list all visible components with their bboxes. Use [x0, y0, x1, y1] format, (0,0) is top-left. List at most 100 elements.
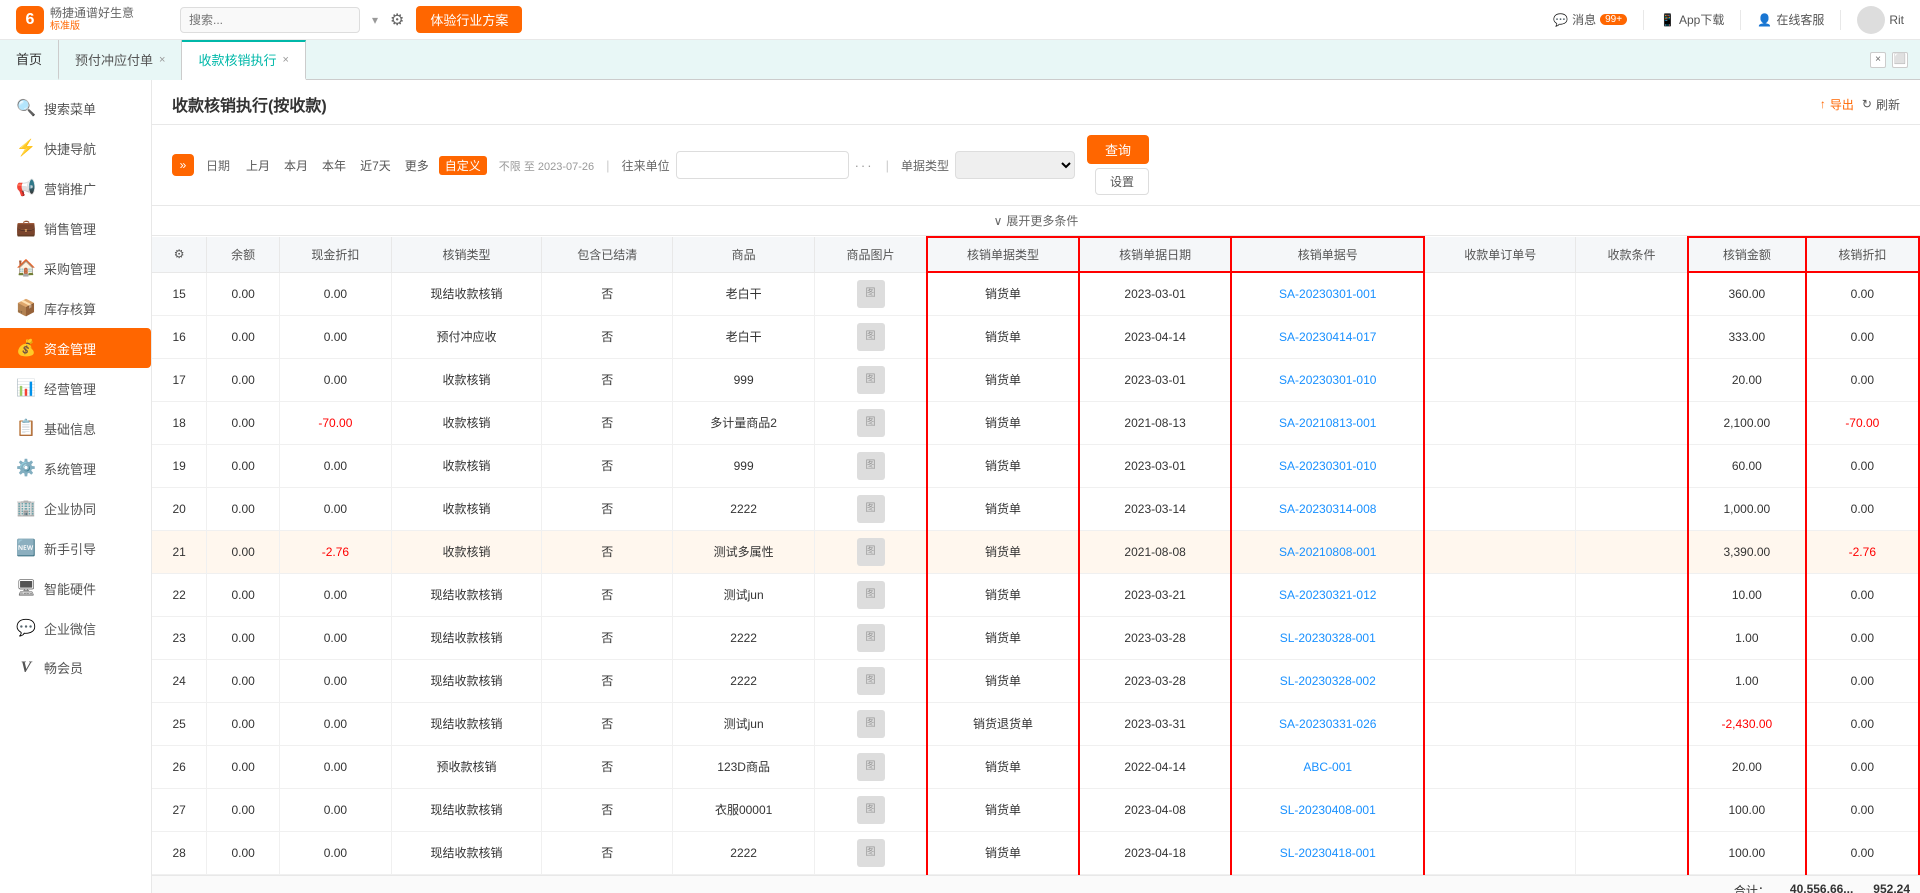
cell-writeoff-amount: 60.00 [1688, 444, 1806, 487]
table-row: 23 0.00 0.00 现结收款核销 否 2222 图 销货单 2023-03… [152, 616, 1919, 659]
user-avatar[interactable]: Rit [1857, 6, 1904, 34]
product-image-cell: 图 [815, 745, 927, 788]
gear-icon[interactable]: ⚙ [390, 10, 404, 30]
writeoff-bill-no-link[interactable]: SA-20230321-012 [1279, 588, 1376, 602]
voucher-type-select[interactable] [955, 151, 1075, 179]
source-unit-input[interactable] [676, 151, 849, 179]
app-download-btn[interactable]: 📱 App下载 [1660, 11, 1724, 28]
sidebar-item-inventory[interactable]: 📦 库存核算 [0, 288, 151, 328]
writeoff-bill-no-link[interactable]: SA-20210813-001 [1279, 416, 1376, 430]
writeoff-bill-no-link[interactable]: SA-20230414-017 [1279, 330, 1376, 344]
product-image-cell: 图 [815, 444, 927, 487]
filter-expand-button[interactable]: » [172, 154, 194, 176]
window-buttons: × ⬜ [1858, 52, 1920, 68]
more-dots[interactable]: ··· [855, 158, 874, 173]
top-right-actions: 💬 消息 99+ 📱 App下载 👤 在线客服 Rit [1553, 6, 1904, 34]
cell-writeoff-bill-date: 2023-03-21 [1079, 573, 1231, 616]
tab-collection[interactable]: 收款核销执行 × [182, 40, 305, 80]
product-image-cell: 图 [815, 487, 927, 530]
sidebar-item-marketing[interactable]: 📢 营销推广 [0, 168, 151, 208]
sidebar-item-quicknav[interactable]: ⚡ 快捷导航 [0, 128, 151, 168]
sidebar-item-enterprise[interactable]: 🏢 企业协同 [0, 488, 151, 528]
cell-write-off-type: 现结收款核销 [391, 573, 541, 616]
refresh-button[interactable]: ↻ 刷新 [1862, 96, 1900, 113]
date-btn-more[interactable]: 更多 [401, 155, 433, 176]
sidebar-item-guide[interactable]: 🆕 新手引导 [0, 528, 151, 568]
online-service-btn[interactable]: 👤 在线客服 [1757, 11, 1824, 28]
tab-prepay-close[interactable]: × [159, 54, 165, 66]
separator1: | [606, 158, 609, 173]
tab-home[interactable]: 首页 [0, 40, 59, 80]
table-wrapper[interactable]: ⚙ 余额 现金折扣 核销类型 包含已结清 商品 商品图片 核销单据类型 核销单据… [152, 236, 1920, 875]
writeoff-bill-no-link[interactable]: SL-20230328-001 [1280, 631, 1376, 645]
message-btn[interactable]: 💬 消息 99+ [1553, 11, 1627, 28]
cell-write-off-type: 现结收款核销 [391, 616, 541, 659]
sidebar-item-sales[interactable]: 💼 销售管理 [0, 208, 151, 248]
cell-write-off-type: 现结收款核销 [391, 272, 541, 315]
cell-cash-discount: 0.00 [280, 616, 392, 659]
cell-writeoff-bill-no: SL-20230408-001 [1231, 788, 1424, 831]
col-header-writeoff-amount: 核销金额 [1688, 237, 1806, 272]
cell-collection-order-no [1424, 788, 1575, 831]
settings-button[interactable]: 设置 [1095, 168, 1149, 195]
chevron-down-expand-icon: ∨ [994, 214, 1003, 228]
sidebar-item-purchase[interactable]: 🏠 采购管理 [0, 248, 151, 288]
sidebar-label-purchase: 采购管理 [44, 259, 96, 278]
writeoff-bill-no-link[interactable]: SA-20230314-008 [1279, 502, 1376, 516]
export-button[interactable]: ↑ 导出 [1820, 96, 1854, 113]
writeoff-bill-no-link[interactable]: SA-20230331-026 [1279, 717, 1376, 731]
writeoff-bill-no-link[interactable]: SA-20210808-001 [1279, 545, 1376, 559]
enterprise-icon: 🏢 [16, 498, 36, 518]
avatar [1857, 6, 1885, 34]
col-header-writeoff-discount: 核销折扣 [1806, 237, 1919, 272]
writeoff-bill-no-link[interactable]: SA-20230301-010 [1279, 459, 1376, 473]
sidebar-item-hardware[interactable]: 🖥 智能硬件 [0, 568, 151, 608]
purchase-icon: 🏠 [16, 258, 36, 278]
writeoff-bill-no-link[interactable]: SL-20230408-001 [1280, 803, 1376, 817]
cell-no: 16 [152, 315, 207, 358]
sidebar-item-basicinfo[interactable]: 📋 基础信息 [0, 408, 151, 448]
logo-icon: 6 [16, 6, 44, 34]
writeoff-bill-no-link[interactable]: SA-20230301-010 [1279, 373, 1376, 387]
cell-writeoff-bill-type: 销货单 [927, 745, 1079, 788]
tab-prepay[interactable]: 预付冲应付单 × [59, 40, 182, 80]
chevron-down-icon[interactable]: ▾ [372, 13, 378, 27]
cell-product: 老白干 [673, 315, 815, 358]
table-row: 24 0.00 0.00 现结收款核销 否 2222 图 销货单 2023-03… [152, 659, 1919, 702]
query-button[interactable]: 查询 [1087, 135, 1149, 164]
sidebar-item-sysadmin[interactable]: ⚙️ 系统管理 [0, 448, 151, 488]
cell-product: 老白干 [673, 272, 815, 315]
date-btn-7days[interactable]: 近7天 [356, 155, 395, 176]
search-input[interactable] [180, 7, 360, 33]
cell-balance: 0.00 [207, 401, 280, 444]
date-btn-this-year[interactable]: 本年 [318, 155, 350, 176]
cell-writeoff-bill-no: SA-20230321-012 [1231, 573, 1424, 616]
solution-button[interactable]: 体验行业方案 [416, 6, 522, 33]
date-btn-this-month[interactable]: 本月 [280, 155, 312, 176]
date-btn-last-month[interactable]: 上月 [242, 155, 274, 176]
content-area: 收款核销执行(按收款) ↑ 导出 ↻ 刷新 » 日期 上月 本月 本年 近7天 [152, 80, 1920, 893]
tab-collection-close[interactable]: × [282, 54, 288, 66]
sidebar-item-finance[interactable]: 💰 资金管理 [0, 328, 151, 368]
cell-collection-order-no [1424, 315, 1575, 358]
cell-collection-order-no [1424, 616, 1575, 659]
date-label: 日期 [206, 157, 230, 174]
username: Rit [1889, 13, 1904, 27]
sidebar-item-search[interactable]: 🔍 搜索菜单 [0, 88, 151, 128]
cell-write-off-type: 收款核销 [391, 358, 541, 401]
writeoff-bill-no-link[interactable]: SL-20230418-001 [1280, 846, 1376, 860]
sidebar-item-wechat[interactable]: 💬 企业微信 [0, 608, 151, 648]
expand-more-bar[interactable]: ∨ 展开更多条件 [152, 206, 1920, 236]
cell-collection-terms [1576, 272, 1688, 315]
sidebar-item-operations[interactable]: 📊 经营管理 [0, 368, 151, 408]
writeoff-bill-no-link[interactable]: SA-20230301-001 [1279, 287, 1376, 301]
writeoff-bill-no-link[interactable]: SL-20230328-002 [1280, 674, 1376, 688]
cell-collection-terms [1576, 530, 1688, 573]
cell-writeoff-discount: 0.00 [1806, 315, 1919, 358]
close-window-btn[interactable]: × [1870, 52, 1886, 68]
date-custom-btn[interactable]: 自定义 [439, 156, 487, 175]
cell-cash-discount: -2.76 [280, 530, 392, 573]
maximize-window-btn[interactable]: ⬜ [1892, 52, 1908, 68]
writeoff-bill-no-link[interactable]: ABC-001 [1303, 760, 1352, 774]
sidebar-item-vip[interactable]: V 畅会员 [0, 648, 151, 687]
